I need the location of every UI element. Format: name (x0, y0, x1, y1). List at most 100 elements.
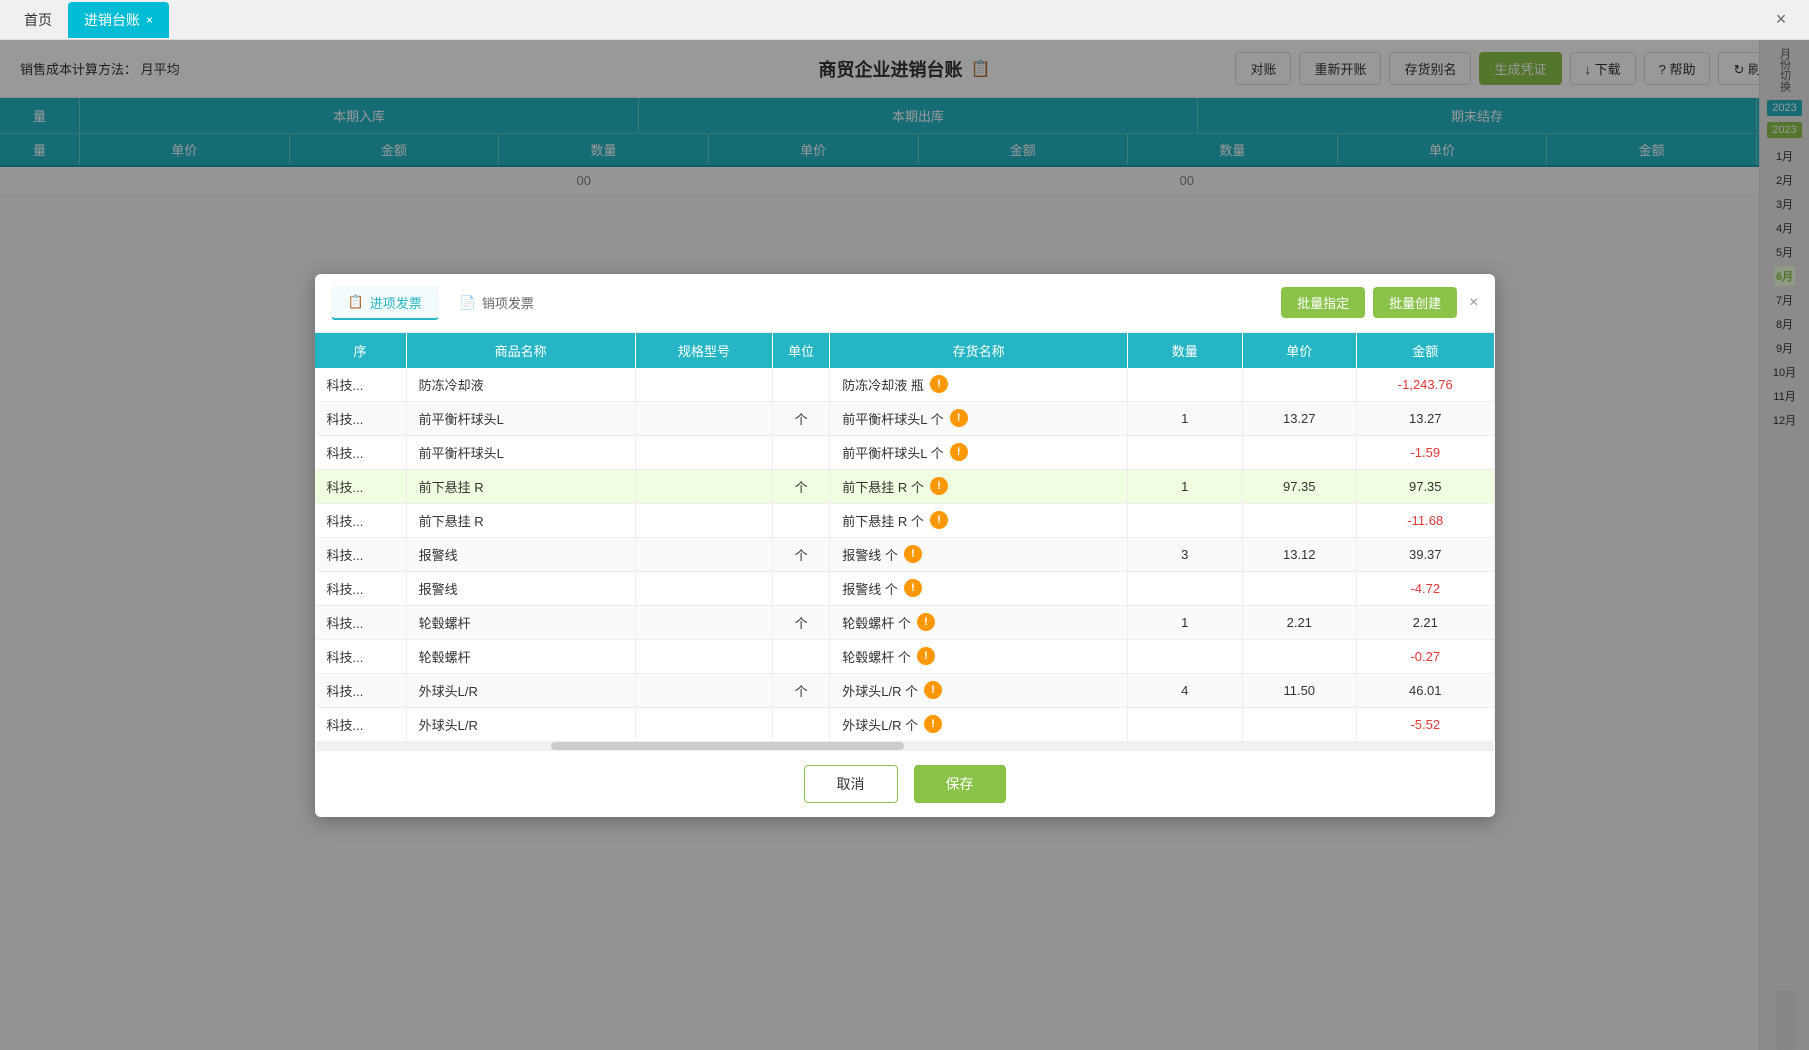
modal-table[interactable]: 序 商品名称 规格型号 单位 存货名称 数量 单价 金额 科技... 防冻冷却液 (315, 333, 1495, 742)
cell-unit (773, 571, 830, 605)
cell-price: 11.50 (1242, 673, 1357, 707)
modal-tabs: 📋 进项发票 📄 销项发票 (331, 286, 551, 320)
tab-home[interactable]: 首页 (8, 2, 68, 38)
cell-product: 外球头L/R (406, 707, 635, 741)
warning-icon: ! (930, 375, 948, 393)
cell-qty (1128, 435, 1243, 469)
warning-icon: ! (904, 579, 922, 597)
cell-company: 科技... (315, 435, 407, 469)
cell-price: 13.12 (1242, 537, 1357, 571)
table-row[interactable]: 科技... 外球头L/R 个 外球头L/R 个 ! 4 11.50 46.01 (315, 673, 1495, 707)
table-row[interactable]: 科技... 前平衡杆球头L 个 前平衡杆球头L 个 ! 1 13.27 13.2… (315, 401, 1495, 435)
cell-price (1242, 707, 1357, 741)
cell-storage: 外球头L/R 个 ! (830, 673, 1128, 707)
cell-company: 科技... (315, 673, 407, 707)
cell-spec (635, 368, 772, 402)
horizontal-scrollbar[interactable] (316, 742, 1494, 750)
warning-icon: ! (917, 647, 935, 665)
cell-company: 科技... (315, 368, 407, 402)
cell-product: 防冻冷却液 (406, 368, 635, 402)
bulk-create-button[interactable]: 批量创建 (1373, 287, 1457, 318)
col-amount: 金额 (1357, 333, 1494, 368)
cell-product: 前下悬挂 R (406, 503, 635, 537)
cell-company: 科技... (315, 503, 407, 537)
cell-qty: 1 (1128, 401, 1243, 435)
table-row[interactable]: 科技... 轮毂螺杆 个 轮毂螺杆 个 ! 1 2.21 2.21 (315, 605, 1495, 639)
cell-spec (635, 639, 772, 673)
table-row[interactable]: 科技... 轮毂螺杆 轮毂螺杆 个 ! -0.27 (315, 639, 1495, 673)
cell-product: 报警线 (406, 537, 635, 571)
cell-amount: -1.59 (1357, 435, 1494, 469)
cell-qty (1128, 503, 1243, 537)
input-invoice-icon: 📋 (348, 294, 364, 310)
window-close-button[interactable]: × (1761, 0, 1801, 40)
cell-amount: -4.72 (1357, 571, 1494, 605)
cell-amount: 2.21 (1357, 605, 1494, 639)
warning-icon: ! (904, 545, 922, 563)
cell-amount: -0.27 (1357, 639, 1494, 673)
cell-storage: 前平衡杆球头L 个 ! (830, 435, 1128, 469)
cell-company: 科技... (315, 639, 407, 673)
cell-company: 科技... (315, 401, 407, 435)
cell-unit (773, 503, 830, 537)
col-company: 序 (315, 333, 407, 368)
tab-close-icon[interactable]: × (146, 13, 153, 27)
cell-product: 轮毂螺杆 (406, 639, 635, 673)
cell-storage: 外球头L/R 个 ! (830, 707, 1128, 741)
col-qty: 数量 (1128, 333, 1243, 368)
col-storage: 存货名称 (830, 333, 1128, 368)
cell-qty (1128, 571, 1243, 605)
table-row[interactable]: 科技... 前下悬挂 R 个 前下悬挂 R 个 ! 1 97.35 97.35 (315, 469, 1495, 503)
tab-ledger-label: 进销台账 (84, 10, 140, 30)
cell-unit (773, 639, 830, 673)
cell-unit (773, 435, 830, 469)
cell-amount: -5.52 (1357, 707, 1494, 741)
cell-unit: 个 (773, 469, 830, 503)
cell-unit: 个 (773, 537, 830, 571)
table-row[interactable]: 科技... 报警线 报警线 个 ! -4.72 (315, 571, 1495, 605)
table-row[interactable]: 科技... 前下悬挂 R 前下悬挂 R 个 ! -11.68 (315, 503, 1495, 537)
cell-company: 科技... (315, 469, 407, 503)
table-row[interactable]: 科技... 前平衡杆球头L 前平衡杆球头L 个 ! -1.59 (315, 435, 1495, 469)
table-row[interactable]: 科技... 报警线 个 报警线 个 ! 3 13.12 39.37 (315, 537, 1495, 571)
warning-icon: ! (930, 477, 948, 495)
cancel-button[interactable]: 取消 (804, 765, 898, 803)
cell-qty: 3 (1128, 537, 1243, 571)
cell-company: 科技... (315, 571, 407, 605)
cell-price (1242, 503, 1357, 537)
cell-storage: 报警线 个 ! (830, 537, 1128, 571)
modal-close-button[interactable]: × (1469, 294, 1478, 312)
cell-product: 前下悬挂 R (406, 469, 635, 503)
tab-input-invoice[interactable]: 📋 进项发票 (331, 286, 439, 320)
warning-icon: ! (924, 681, 942, 699)
cell-spec (635, 605, 772, 639)
cell-storage: 轮毂螺杆 个 ! (830, 639, 1128, 673)
tab-ledger[interactable]: 进销台账 × (68, 2, 169, 38)
cell-company: 科技... (315, 707, 407, 741)
save-button[interactable]: 保存 (914, 765, 1006, 803)
cell-company: 科技... (315, 605, 407, 639)
cell-spec (635, 401, 772, 435)
cell-unit (773, 368, 830, 402)
output-invoice-icon: 📄 (460, 295, 476, 311)
scrollbar-thumb[interactable] (551, 742, 904, 750)
cell-unit: 个 (773, 401, 830, 435)
cell-qty (1128, 368, 1243, 402)
cell-unit: 个 (773, 605, 830, 639)
cell-amount: -1,243.76 (1357, 368, 1494, 402)
modal-header-buttons: 批量指定 批量创建 (1281, 287, 1457, 318)
table-row[interactable]: 科技... 外球头L/R 外球头L/R 个 ! -5.52 (315, 707, 1495, 741)
cell-storage: 前平衡杆球头L 个 ! (830, 401, 1128, 435)
cell-spec (635, 707, 772, 741)
cell-qty (1128, 639, 1243, 673)
cell-amount: 13.27 (1357, 401, 1494, 435)
cell-spec (635, 503, 772, 537)
cell-spec (635, 469, 772, 503)
tab-output-invoice[interactable]: 📄 销项发票 (443, 286, 551, 320)
cell-price: 13.27 (1242, 401, 1357, 435)
bulk-assign-button[interactable]: 批量指定 (1281, 287, 1365, 318)
table-row[interactable]: 科技... 防冻冷却液 防冻冷却液 瓶 ! -1,243.76 (315, 368, 1495, 402)
invoice-table: 序 商品名称 规格型号 单位 存货名称 数量 单价 金额 科技... 防冻冷却液 (315, 333, 1495, 742)
col-product: 商品名称 (406, 333, 635, 368)
cell-unit (773, 707, 830, 741)
